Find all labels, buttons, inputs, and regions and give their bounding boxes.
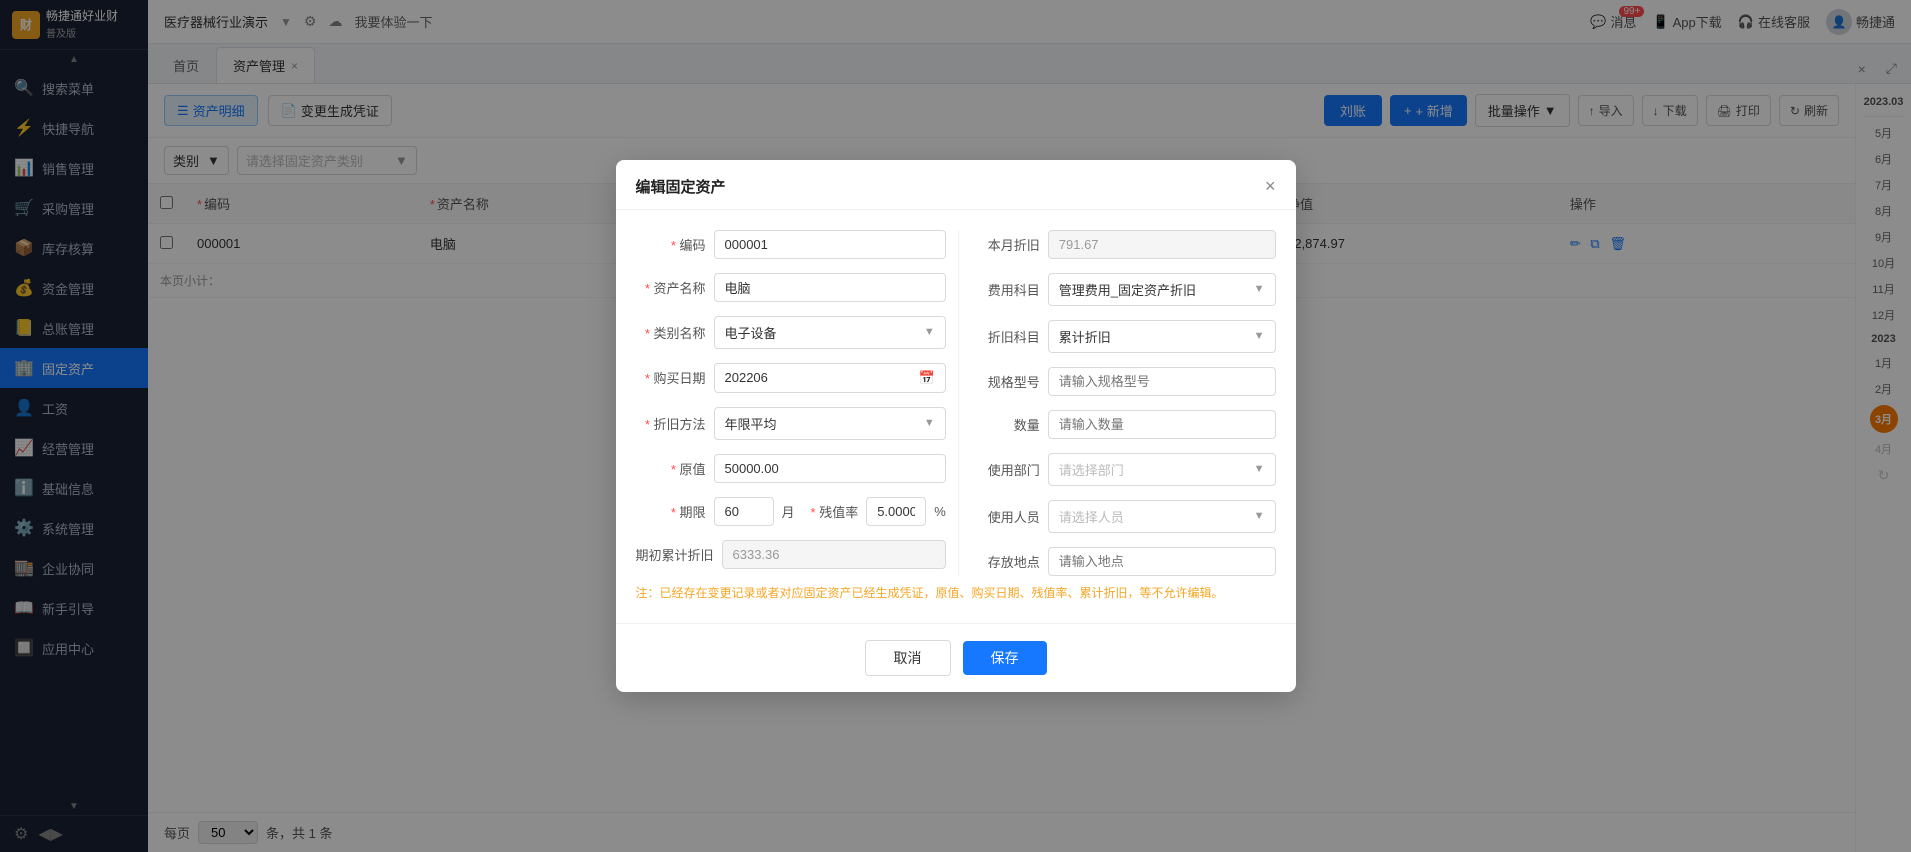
form-row-spec-model: 规格型号 bbox=[970, 367, 1276, 396]
period-label: * 期限 bbox=[636, 502, 706, 521]
form-row-period-residual: * 期限 月 * 残值率 % bbox=[636, 497, 946, 526]
form-row-quantity: 数量 bbox=[970, 410, 1276, 439]
user-select[interactable]: 请选择人员 ▼ bbox=[1048, 500, 1276, 533]
percent-unit: % bbox=[934, 504, 946, 519]
modal-footer: 取消 保存 bbox=[616, 623, 1296, 692]
form-row-code: * 编码 bbox=[636, 230, 946, 259]
category-select[interactable]: 电子设备 ▼ bbox=[714, 316, 946, 349]
depreciation-method-label: * 折旧方法 bbox=[636, 414, 706, 433]
residual-rate-input[interactable] bbox=[866, 497, 926, 526]
residual-rate-label: * 残值率 bbox=[811, 502, 859, 521]
location-label: 存放地点 bbox=[970, 552, 1040, 571]
modal-close-button[interactable]: × bbox=[1265, 176, 1276, 197]
chevron-down-icon: ▼ bbox=[1254, 283, 1265, 295]
monthly-depreciation-label: 本月折旧 bbox=[970, 235, 1040, 254]
form-row-initial-accumulated: 期初累计折旧 bbox=[636, 540, 946, 569]
expense-subject-label: 费用科目 bbox=[970, 280, 1040, 299]
monthly-depreciation-input[interactable] bbox=[1048, 230, 1276, 259]
user-label: 使用人员 bbox=[970, 507, 1040, 526]
spec-model-label: 规格型号 bbox=[970, 372, 1040, 391]
period-input[interactable] bbox=[714, 497, 774, 526]
form-row-category: * 类别名称 电子设备 ▼ bbox=[636, 316, 946, 349]
original-value-label: * 原值 bbox=[636, 459, 706, 478]
form-row-depreciation-subject: 折旧科目 累计折旧 ▼ bbox=[970, 320, 1276, 353]
code-label: * 编码 bbox=[636, 235, 706, 254]
form-row-user: 使用人员 请选择人员 ▼ bbox=[970, 500, 1276, 533]
quantity-label: 数量 bbox=[970, 415, 1040, 434]
form-row-department: 使用部门 请选择部门 ▼ bbox=[970, 453, 1276, 486]
depreciation-method-select[interactable]: 年限平均 ▼ bbox=[714, 407, 946, 440]
modal-title: 编辑固定资产 bbox=[636, 176, 726, 197]
modal-overlay: 编辑固定资产 × * 编码 * 资产名称 bbox=[0, 0, 1911, 852]
initial-accumulated-input[interactable] bbox=[722, 540, 946, 569]
cancel-button[interactable]: 取消 bbox=[865, 640, 951, 676]
department-label: 使用部门 bbox=[970, 460, 1040, 479]
modal-note: 注：已经存在变更记录或者对应固定资产已经生成凭证，原值、购买日期、残值率、累计折… bbox=[636, 576, 1276, 603]
asset-name-input[interactable] bbox=[714, 273, 946, 302]
form-row-asset-name: * 资产名称 bbox=[636, 273, 946, 302]
expense-subject-select[interactable]: 管理费用_固定资产折旧 ▼ bbox=[1048, 273, 1276, 306]
form-row-purchase-date: * 购买日期 202206 📅 bbox=[636, 363, 946, 393]
form-row-original-value: * 原值 bbox=[636, 454, 946, 483]
chevron-down-icon: ▼ bbox=[1254, 510, 1265, 522]
chevron-down-icon: ▼ bbox=[924, 417, 935, 429]
initial-accumulated-label: 期初累计折旧 bbox=[636, 545, 714, 564]
depreciation-subject-label: 折旧科目 bbox=[970, 327, 1040, 346]
purchase-date-input[interactable]: 202206 📅 bbox=[714, 363, 946, 393]
spec-model-input[interactable] bbox=[1048, 367, 1276, 396]
department-select[interactable]: 请选择部门 ▼ bbox=[1048, 453, 1276, 486]
form-row-depreciation-method: * 折旧方法 年限平均 ▼ bbox=[636, 407, 946, 440]
modal-header: 编辑固定资产 × bbox=[616, 160, 1296, 210]
modal-left-column: * 编码 * 资产名称 * 类别名称 bbox=[636, 230, 946, 576]
quantity-input[interactable] bbox=[1048, 410, 1276, 439]
modal-right-column: 本月折旧 费用科目 管理费用_固定资产折旧 ▼ 折旧科目 bbox=[970, 230, 1276, 576]
chevron-down-icon: ▼ bbox=[1254, 330, 1265, 342]
asset-name-label: * 资产名称 bbox=[636, 278, 706, 297]
original-value-input[interactable] bbox=[714, 454, 946, 483]
category-name-label: * 类别名称 bbox=[636, 323, 706, 342]
form-row-location: 存放地点 bbox=[970, 547, 1276, 576]
save-button[interactable]: 保存 bbox=[963, 641, 1047, 675]
month-unit: 月 bbox=[782, 502, 795, 521]
form-row-monthly-depreciation: 本月折旧 bbox=[970, 230, 1276, 259]
modal-body: * 编码 * 资产名称 * 类别名称 bbox=[616, 210, 1296, 623]
edit-asset-modal: 编辑固定资产 × * 编码 * 资产名称 bbox=[616, 160, 1296, 692]
purchase-date-label: * 购买日期 bbox=[636, 368, 706, 387]
chevron-down-icon: ▼ bbox=[924, 326, 935, 338]
modal-divider bbox=[958, 230, 959, 576]
depreciation-subject-select[interactable]: 累计折旧 ▼ bbox=[1048, 320, 1276, 353]
code-input[interactable] bbox=[714, 230, 946, 259]
location-input[interactable] bbox=[1048, 547, 1276, 576]
calendar-icon: 📅 bbox=[919, 370, 935, 386]
form-row-expense-subject: 费用科目 管理费用_固定资产折旧 ▼ bbox=[970, 273, 1276, 306]
chevron-down-icon: ▼ bbox=[1254, 463, 1265, 475]
